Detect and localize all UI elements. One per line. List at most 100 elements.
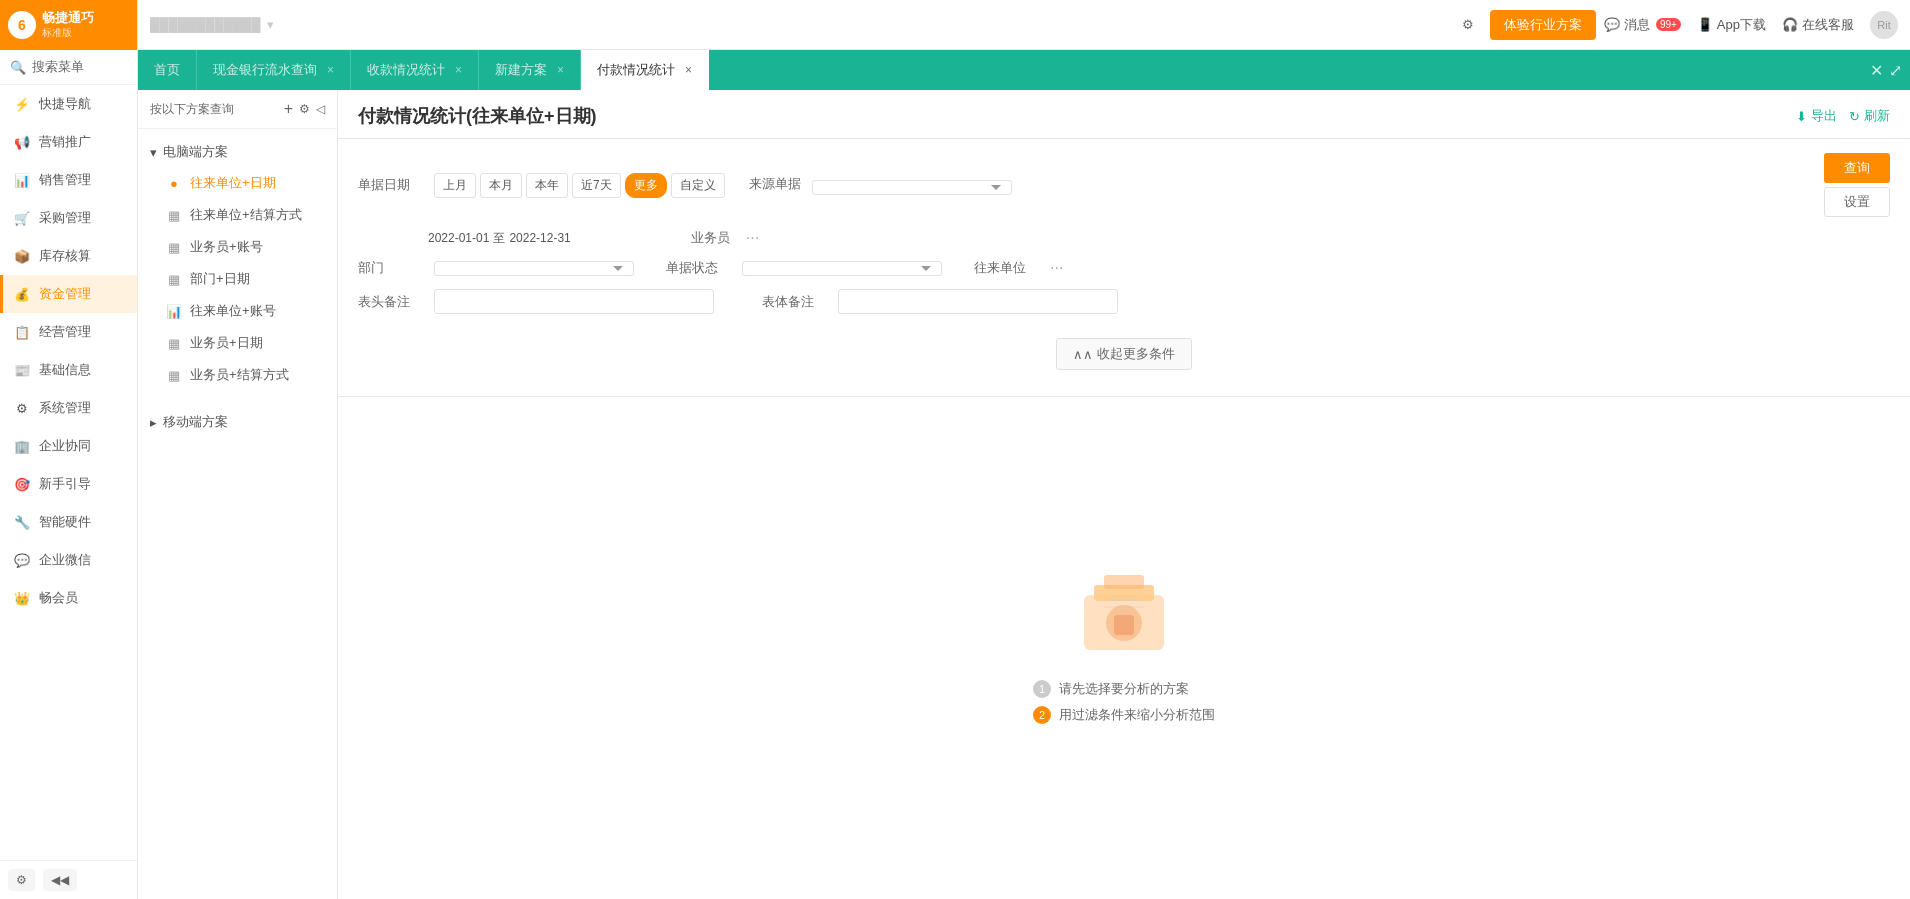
- empty-tip-2: 2 用过滤条件来缩小分析范围: [1033, 706, 1215, 724]
- scheme-staff-date-label: 业务员+日期: [190, 334, 263, 352]
- date-btn-more[interactable]: 更多: [625, 173, 667, 198]
- tab-payment-stats-label: 付款情况统计: [597, 61, 675, 79]
- filter-settings-button[interactable]: 设置: [1824, 187, 1890, 217]
- tab-payment-stats[interactable]: 付款情况统计 ×: [581, 50, 709, 90]
- sidebar-item-hardware[interactable]: 🔧 智能硬件: [0, 503, 137, 541]
- date-btn-this-month[interactable]: 本月: [480, 173, 522, 198]
- trial-btn[interactable]: 体验行业方案: [1490, 10, 1596, 40]
- tab-new-scheme-close[interactable]: ×: [557, 63, 564, 77]
- tabbar-expand-button[interactable]: ⤢: [1889, 61, 1902, 80]
- dept-label: 部门: [358, 259, 418, 277]
- tab-bank-flow-close[interactable]: ×: [327, 63, 334, 77]
- tabbar-end: ✕ ⤢: [1862, 50, 1910, 90]
- sidebar-item-label: 销售管理: [39, 171, 91, 189]
- sidebar-footer: ⚙ ◀◀: [0, 860, 137, 899]
- messages-badge: 99+: [1656, 18, 1681, 31]
- date-btn-custom[interactable]: 自定义: [671, 173, 725, 198]
- date-btn-last-month[interactable]: 上月: [434, 173, 476, 198]
- tabbar: 首页 现金银行流水查询 × 收款情况统计 × 新建方案 × 付款情况统计 × ✕…: [138, 50, 1910, 90]
- export-button[interactable]: ⬇ 导出: [1796, 107, 1837, 125]
- sidebar-item-wechat[interactable]: 💬 企业微信: [0, 541, 137, 579]
- dept-select[interactable]: [434, 261, 634, 276]
- scheme-staff-account-icon: ▦: [166, 239, 182, 255]
- scheme-staff-account-label: 业务员+账号: [190, 238, 263, 256]
- left-panel-collapse-button[interactable]: ◁: [316, 102, 325, 116]
- filter-area: 单据日期 上月 本月 本年 近7天 更多 自定义 来源单据: [338, 139, 1910, 397]
- body-remark-input[interactable]: [838, 289, 1118, 314]
- tab-receipt-stats-close[interactable]: ×: [455, 63, 462, 77]
- scheme-staff-date[interactable]: ▦ 业务员+日期: [138, 327, 337, 359]
- scheme-staff-settlement-label: 业务员+结算方式: [190, 366, 289, 384]
- sidebar-item-sales[interactable]: 📊 销售管理: [0, 161, 137, 199]
- collapse-row: ∧∧ 收起更多条件: [358, 330, 1890, 378]
- scheme-dept-date[interactable]: ▦ 部门+日期: [138, 263, 337, 295]
- left-panel-settings-button[interactable]: ⚙: [299, 102, 310, 116]
- sidebar-item-basic-info[interactable]: 📰 基础信息: [0, 351, 137, 389]
- scheme-unit-account[interactable]: 📊 往来单位+账号: [138, 295, 337, 327]
- scheme-unit-date[interactable]: ● 往来单位+日期: [138, 167, 337, 199]
- tab-payment-stats-close[interactable]: ×: [685, 63, 692, 77]
- app-logo-text-area: 畅捷通巧 标准版: [42, 10, 94, 40]
- source-doc-select[interactable]: [812, 180, 1012, 195]
- marketing-icon: 📢: [13, 133, 31, 151]
- system-icon: ⚙: [13, 399, 31, 417]
- sidebar-item-enterprise[interactable]: 🏢 企业协同: [0, 427, 137, 465]
- mobile-group-title[interactable]: ▸ 移动端方案: [138, 407, 337, 437]
- tab-home[interactable]: 首页: [138, 50, 197, 90]
- page-title: 付款情况统计(往来单位+日期): [358, 104, 597, 128]
- date-btn-last-7days[interactable]: 近7天: [572, 173, 621, 198]
- sidebar-item-system[interactable]: ⚙ 系统管理: [0, 389, 137, 427]
- collapse-button[interactable]: ∧∧ 收起更多条件: [1056, 338, 1192, 370]
- sidebar-item-quick-nav[interactable]: ⚡ 快捷导航: [0, 85, 137, 123]
- left-panel-actions: + ⚙ ◁: [284, 100, 325, 118]
- search-menu-item[interactable]: 🔍 搜索菜单: [0, 50, 137, 85]
- online-service-button[interactable]: 🎧 在线客服: [1782, 16, 1854, 34]
- staff-ellipsis[interactable]: ···: [746, 229, 759, 247]
- service-icon: 🎧: [1782, 17, 1798, 32]
- sidebar-item-marketing[interactable]: 📢 营销推广: [0, 123, 137, 161]
- tab-new-scheme[interactable]: 新建方案 ×: [479, 50, 581, 90]
- sidebar-item-guide[interactable]: 🎯 新手引导: [0, 465, 137, 503]
- source-doc-chevron: [991, 185, 1001, 190]
- sidebar-item-label: 基础信息: [39, 361, 91, 379]
- sidebar-item-member[interactable]: 👑 畅会员: [0, 579, 137, 617]
- filter-row-2: 部门 单据状态 往来单位 ···: [358, 259, 1890, 277]
- date-range-row: 2022-01-01 至 2022-12-31 业务员 ···: [358, 229, 1890, 247]
- sidebar-item-capital[interactable]: 💰 资金管理: [0, 275, 137, 313]
- doc-status-chevron: [921, 266, 931, 271]
- mobile-group-label: 移动端方案: [163, 413, 228, 431]
- partner-ellipsis[interactable]: ···: [1050, 259, 1063, 277]
- head-remark-input[interactable]: [434, 289, 714, 314]
- left-panel: 按以下方案查询 + ⚙ ◁ ▾ 电脑端方案 ● 往来单位+日期 ▦: [138, 90, 338, 899]
- scheme-staff-account[interactable]: ▦ 业务员+账号: [138, 231, 337, 263]
- tip-text-1: 请先选择要分析的方案: [1059, 680, 1189, 698]
- date-range-display: 2022-01-01 至 2022-12-31: [428, 230, 571, 247]
- refresh-button[interactable]: ↻ 刷新: [1849, 107, 1890, 125]
- sidebar-item-label: 智能硬件: [39, 513, 91, 531]
- sidebar-item-inventory[interactable]: 📦 库存核算: [0, 237, 137, 275]
- sidebar-item-label: 采购管理: [39, 209, 91, 227]
- svg-rect-2: [1104, 575, 1144, 589]
- add-scheme-button[interactable]: +: [284, 100, 293, 118]
- scheme-staff-settlement-icon: ▦: [166, 367, 182, 383]
- sidebar-item-label: 经营管理: [39, 323, 91, 341]
- sidebar-collapse-button[interactable]: ◀◀: [43, 869, 77, 891]
- sidebar-settings-button[interactable]: ⚙: [8, 869, 35, 891]
- scheme-unit-settlement[interactable]: ▦ 往来单位+结算方式: [138, 199, 337, 231]
- sidebar-header: 6 畅捷通巧 标准版: [0, 0, 137, 50]
- query-button[interactable]: 查询: [1824, 153, 1890, 183]
- app-download-button[interactable]: 📱 App下载: [1697, 16, 1766, 34]
- date-btn-this-year[interactable]: 本年: [526, 173, 568, 198]
- tab-receipt-stats[interactable]: 收款情况统计 ×: [351, 50, 479, 90]
- scheme-staff-settlement[interactable]: ▦ 业务员+结算方式: [138, 359, 337, 391]
- messages-button[interactable]: 💬 消息 99+: [1604, 16, 1681, 34]
- sidebar-item-operation[interactable]: 📋 经营管理: [0, 313, 137, 351]
- doc-status-select[interactable]: [742, 261, 942, 276]
- desktop-group-title[interactable]: ▾ 电脑端方案: [138, 137, 337, 167]
- sidebar-item-purchase[interactable]: 🛒 采购管理: [0, 199, 137, 237]
- tab-bank-flow[interactable]: 现金银行流水查询 ×: [197, 50, 351, 90]
- topbar-settings-button[interactable]: ⚙: [1454, 11, 1482, 39]
- tabbar-close-all-button[interactable]: ✕: [1870, 61, 1883, 80]
- avatar[interactable]: Rit: [1870, 11, 1898, 39]
- sales-icon: 📊: [13, 171, 31, 189]
